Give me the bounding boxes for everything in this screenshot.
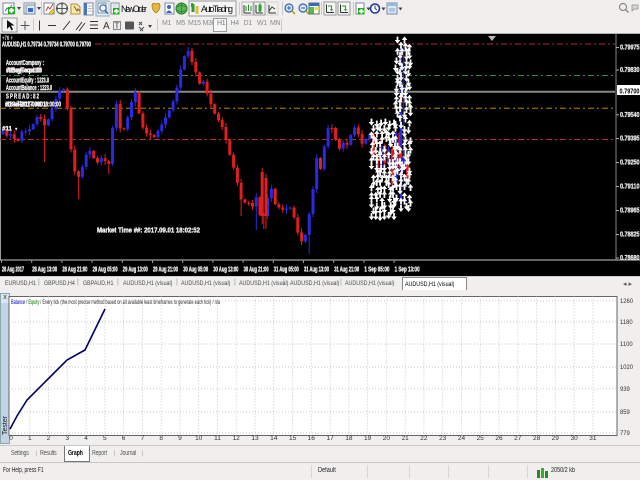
svg-text:AccountEquity : 1223.0: AccountEquity : 1223.0 bbox=[6, 78, 49, 85]
svg-text:S P R E A D : 8 2: S P R E A D : 8 2 bbox=[6, 94, 39, 101]
svg-text:29 Aug 13:00: 29 Aug 13:00 bbox=[123, 267, 148, 274]
svg-text:T: T bbox=[115, 22, 120, 31]
svg-text:A: A bbox=[103, 21, 110, 32]
svg-text:0.78825: 0.78825 bbox=[620, 232, 640, 239]
svg-text:AccountBalance : 1223.0: AccountBalance : 1223.0 bbox=[6, 85, 52, 92]
svg-text:31 Aug 05:00: 31 Aug 05:00 bbox=[274, 267, 299, 274]
svg-text:29 Aug 05:00: 29 Aug 05:00 bbox=[93, 267, 118, 274]
svg-text:0.79250: 0.79250 bbox=[620, 160, 640, 167]
svg-text:Market Time ##: 2017.09.01 18:: Market Time ##: 2017.09.01 18:02:52 bbox=[97, 227, 200, 234]
svg-text:30 Aug 05:00: 30 Aug 05:00 bbox=[183, 267, 208, 274]
svg-text:30 Aug 13:00: 30 Aug 13:00 bbox=[213, 267, 238, 274]
svg-text:0.78965: 0.78965 bbox=[620, 208, 640, 215]
svg-text:▼: ▼ bbox=[14, 127, 18, 132]
svg-text:31 Aug 13:00: 31 Aug 13:00 bbox=[304, 267, 329, 274]
svg-text:0.79700: 0.79700 bbox=[620, 88, 640, 95]
svg-text:1 Sep 13:00: 1 Sep 13:00 bbox=[395, 267, 420, 274]
svg-text:0.79975: 0.79975 bbox=[620, 45, 640, 52]
svg-text:0.79110: 0.79110 bbox=[620, 184, 640, 191]
svg-text:28 Aug 21:00: 28 Aug 21:00 bbox=[62, 267, 87, 274]
svg-text:0.79540: 0.79540 bbox=[620, 112, 640, 119]
svg-text:AUDUSD,H1 0.79734 0.79734 0.: AUDUSD,H1 0.79734 0.79734 0.79700 0.7970… bbox=[2, 42, 91, 49]
svg-text:28 Aug 2017: 28 Aug 2017 bbox=[2, 267, 24, 274]
svg-text:30 Aug 21:00: 30 Aug 21:00 bbox=[244, 267, 269, 274]
svg-text:31 Aug 21:00: 31 Aug 21:00 bbox=[334, 267, 359, 274]
svg-text:1 Sep 05:00: 1 Sep 05:00 bbox=[364, 267, 389, 274]
svg-text:29 Aug 21:00: 29 Aug 21:00 bbox=[153, 267, 178, 274]
svg-text:AtBuyGeqst.00: AtBuyGeqst.00 bbox=[7, 68, 41, 75]
svg-text:0.79395: 0.79395 bbox=[620, 136, 640, 143]
svg-text:0.78680: 0.78680 bbox=[620, 255, 640, 262]
svg-text:New Order: New Order bbox=[121, 4, 147, 14]
svg-text:AutoTrading: AutoTrading bbox=[201, 4, 233, 14]
svg-text:AccountCompany :: AccountCompany : bbox=[6, 60, 44, 67]
svg-text:#11: #11 bbox=[2, 126, 12, 133]
svg-text:#1Sell2017.0901: #1Sell2017.0901 bbox=[6, 102, 46, 109]
svg-text:0.79830: 0.79830 bbox=[620, 67, 640, 74]
svg-text:28 Aug 13:00: 28 Aug 13:00 bbox=[32, 267, 57, 274]
